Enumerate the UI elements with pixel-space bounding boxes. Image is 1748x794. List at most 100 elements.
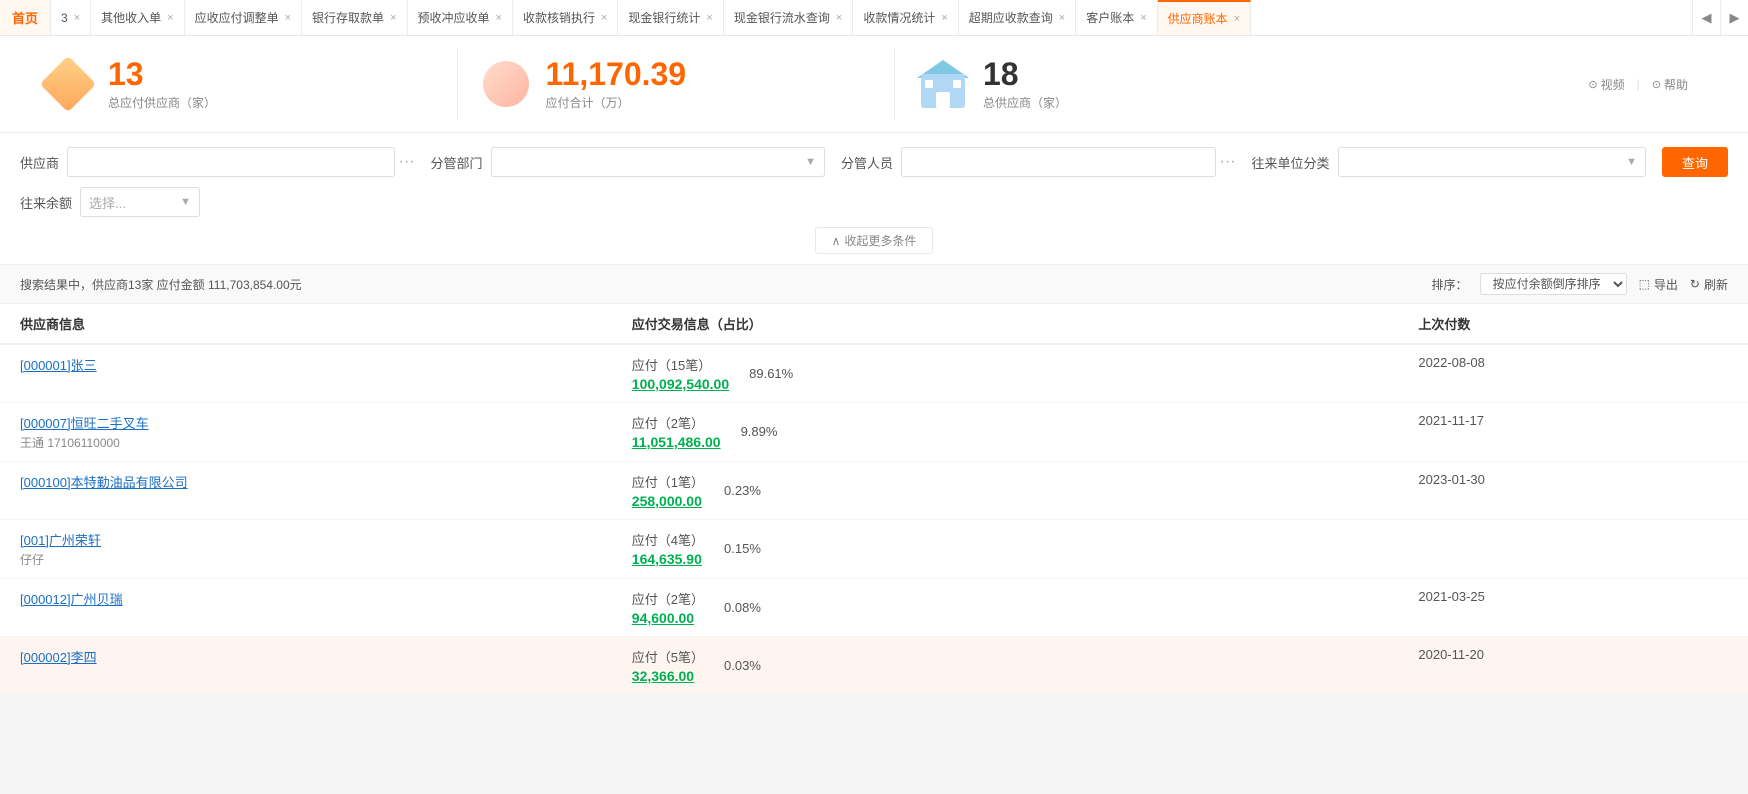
supplier-info-cell-4: [000012]广州贝瑞 xyxy=(0,579,612,637)
last-pay-cell-3 xyxy=(1398,520,1748,579)
refresh-button[interactable]: ↻ 刷新 xyxy=(1690,276,1728,293)
nav-tab-5[interactable]: 收款核销执行× xyxy=(513,0,618,36)
supplier-link-5[interactable]: [000002]李四 xyxy=(20,650,97,665)
close-icon-4[interactable]: × xyxy=(496,12,502,24)
trade-amount-3[interactable]: 164,635.90 xyxy=(632,551,704,567)
summary-label-amount: 应付合计（万） xyxy=(546,94,687,111)
trade-count-3: 应付（4笔） xyxy=(632,530,704,549)
table-row: [000100]本特勤油品有限公司应付（1笔）258,000.000.23%20… xyxy=(0,462,1748,520)
table-row: [000001]张三应付（15笔）100,092,540.0089.61%202… xyxy=(0,344,1748,403)
nav-tab-6[interactable]: 现金银行统计× xyxy=(618,0,723,36)
supplier-info-cell-1: [000007]恒旺二手叉车王通 17106110000 xyxy=(0,403,612,462)
trade-amount-2[interactable]: 258,000.00 xyxy=(632,493,704,509)
close-icon-0[interactable]: × xyxy=(74,12,80,24)
search-row-2: 往来余额 选择... ▼ xyxy=(20,187,1728,217)
close-icon-9[interactable]: × xyxy=(1059,12,1065,24)
video-link[interactable]: ⊙ 视频 xyxy=(1588,76,1624,93)
supplier-link-1[interactable]: [000007]恒旺二手叉车 xyxy=(20,416,149,431)
nav-tab-1[interactable]: 其他收入单× xyxy=(91,0,184,36)
circle-icon xyxy=(478,56,534,112)
diamond-icon xyxy=(40,56,96,112)
export-button[interactable]: ⬚ 导出 xyxy=(1639,276,1678,293)
nav-tab-8[interactable]: 收款情况统计× xyxy=(853,0,958,36)
trade-amount-0[interactable]: 100,092,540.00 xyxy=(632,376,729,392)
nav-tab-2[interactable]: 应收应付调整单× xyxy=(185,0,302,36)
trade-count-2: 应付（1笔） xyxy=(632,472,704,491)
trade-left-3: 应付（4笔） 164,635.90 xyxy=(632,530,704,567)
trade-percent-3: 0.15% xyxy=(724,541,761,556)
nav-prev-arrow[interactable]: ◀ xyxy=(1692,0,1720,36)
close-icon-10[interactable]: × xyxy=(1140,12,1146,24)
close-icon-7[interactable]: × xyxy=(836,12,842,24)
dept-select[interactable]: ▼ xyxy=(491,147,825,177)
person-input[interactable] xyxy=(901,147,1216,177)
category-label: 往来单位分类 xyxy=(1252,153,1330,172)
chevron-up-icon: ∧ xyxy=(832,234,841,248)
person-ellipsis[interactable]: ··· xyxy=(1220,153,1236,171)
supplier-info-cell-0: [000001]张三 xyxy=(0,344,612,403)
supplier-link-2[interactable]: [000100]本特勤油品有限公司 xyxy=(20,475,188,490)
trade-info-cell-5: 应付（5笔）32,366.000.03% xyxy=(612,637,1399,695)
dept-label: 分管部门 xyxy=(431,153,483,172)
close-icon-6[interactable]: × xyxy=(706,12,712,24)
summary-number-suppliers: 13 xyxy=(108,58,216,90)
trade-percent-4: 0.08% xyxy=(724,600,761,615)
supplier-link-4[interactable]: [000012]广州贝瑞 xyxy=(20,592,123,607)
collapse-label: 收起更多条件 xyxy=(844,232,916,249)
close-icon-3[interactable]: × xyxy=(390,12,396,24)
close-icon-2[interactable]: × xyxy=(285,12,291,24)
table-row: [000012]广州贝瑞应付（2笔）94,600.000.08%2021-03-… xyxy=(0,579,1748,637)
last-pay-cell-2: 2023-01-30 xyxy=(1398,462,1748,520)
close-icon-11[interactable]: × xyxy=(1234,13,1240,25)
nav-tab-7[interactable]: 现金银行流水查询× xyxy=(724,0,853,36)
nav-tab-10[interactable]: 客户账本× xyxy=(1076,0,1157,36)
help-link[interactable]: ⊙ 帮助 xyxy=(1652,76,1688,93)
nav-tab-9[interactable]: 超期应收款查询× xyxy=(959,0,1076,36)
query-button[interactable]: 查询 xyxy=(1662,147,1728,177)
export-icon: ⬚ xyxy=(1639,277,1650,291)
sort-select[interactable]: 按应付余额倒序排序 xyxy=(1480,273,1627,295)
trade-amount-1[interactable]: 11,051,486.00 xyxy=(632,434,721,450)
collapse-button[interactable]: ∧ 收起更多条件 xyxy=(815,227,934,254)
trade-count-5: 应付（5笔） xyxy=(632,647,704,666)
person-label: 分管人员 xyxy=(841,153,893,172)
dept-field: 分管部门 ▼ xyxy=(431,147,826,177)
summary-label-suppliers: 总应付供应商（家） xyxy=(108,94,216,111)
balance-select[interactable]: 选择... ▼ xyxy=(80,187,200,217)
refresh-icon: ↻ xyxy=(1690,277,1700,291)
trade-amount-5[interactable]: 32,366.00 xyxy=(632,668,704,684)
trade-count-4: 应付（2笔） xyxy=(632,589,704,608)
trade-count-0: 应付（15笔） xyxy=(632,355,729,374)
nav-tab-3[interactable]: 银行存取款单× xyxy=(302,0,407,36)
nav-tab-0[interactable]: 3× xyxy=(51,0,91,36)
summary-number-amount: 11,170.39 xyxy=(546,58,687,90)
supplier-label: 供应商 xyxy=(20,153,59,172)
table-wrapper: 供应商信息 应付交易信息（占比） 上次付数 [000001]张三应付（15笔）1… xyxy=(0,304,1748,695)
supplier-info-cell-2: [000100]本特勤油品有限公司 xyxy=(0,462,612,520)
category-select[interactable]: ▼ xyxy=(1338,147,1646,177)
balance-label: 往来余额 xyxy=(20,193,72,212)
shop-icon xyxy=(915,56,971,112)
nav-home-tab[interactable]: 首页 xyxy=(0,0,51,36)
trade-count-1: 应付（2笔） xyxy=(632,413,721,432)
dept-chevron-down-icon: ▼ xyxy=(805,156,816,168)
supplier-link-0[interactable]: [000001]张三 xyxy=(20,358,97,373)
summary-number-total: 18 xyxy=(983,58,1067,90)
close-icon-1[interactable]: × xyxy=(167,12,173,24)
nav-tab-11[interactable]: 供应商账本× xyxy=(1158,0,1251,36)
supplier-link-3[interactable]: [001]广州荣轩 xyxy=(20,533,101,548)
close-icon-5[interactable]: × xyxy=(601,12,607,24)
nav-next-arrow[interactable]: ▶ xyxy=(1720,0,1748,36)
refresh-label: 刷新 xyxy=(1704,276,1728,293)
nav-tab-4[interactable]: 预收冲应收单× xyxy=(408,0,513,36)
supplier-ellipsis[interactable]: ··· xyxy=(399,153,415,171)
trade-amount-4[interactable]: 94,600.00 xyxy=(632,610,704,626)
col-supplier-info: 供应商信息 xyxy=(0,304,612,344)
col-last-pay: 上次付数 xyxy=(1398,304,1748,344)
search-row-1: 供应商 ··· 分管部门 ▼ 分管人员 ··· 往来单位分类 ▼ 查询 xyxy=(20,147,1728,177)
close-icon-8[interactable]: × xyxy=(941,12,947,24)
summary-bar: 13 总应付供应商（家） 11,170.39 应付合计（万） 18 xyxy=(0,36,1748,133)
supplier-table: 供应商信息 应付交易信息（占比） 上次付数 [000001]张三应付（15笔）1… xyxy=(0,304,1748,695)
supplier-input[interactable] xyxy=(67,147,395,177)
trade-left-1: 应付（2笔） 11,051,486.00 xyxy=(632,413,721,450)
